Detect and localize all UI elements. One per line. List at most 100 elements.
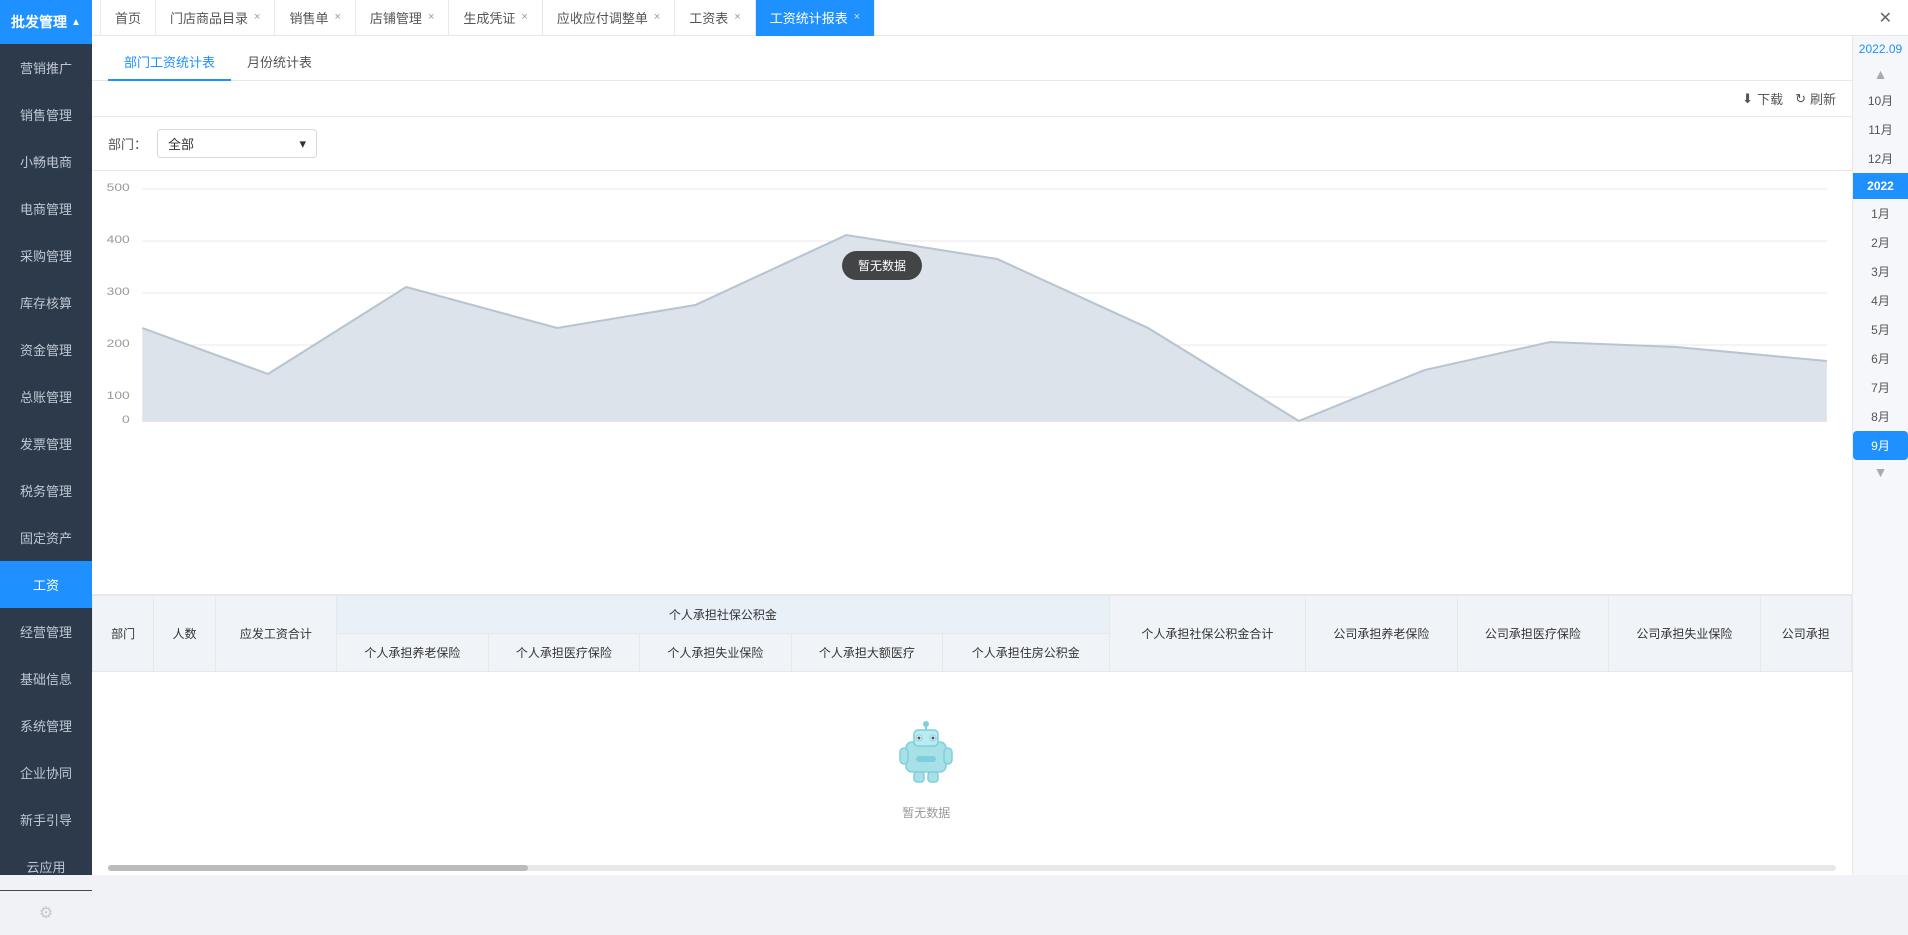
tab-bar: 首页门店商品目录×销售单×店铺管理×生成凭证×应收应付调整单×工资表×工资统计报…: [92, 0, 1908, 36]
sidebar-item-固定资产[interactable]: 固定资产: [0, 514, 92, 561]
sidebar-item-总账管理[interactable]: 总账管理: [0, 373, 92, 420]
tab-0[interactable]: 首页: [100, 0, 156, 36]
dept-select[interactable]: 全部 ▾: [157, 129, 317, 158]
sidebar-item-电商管理[interactable]: 电商管理: [0, 185, 92, 232]
sidebar-item-工资[interactable]: 工资: [0, 561, 92, 608]
cal-year-label[interactable]: 2022.09: [1855, 36, 1906, 62]
sidebar-item-采购管理[interactable]: 采购管理: [0, 232, 92, 279]
sidebar-item-小畅电商[interactable]: 小畅电商: [0, 138, 92, 185]
sidebar-title: 批发管理: [11, 12, 67, 32]
chart-area: 500 400 300 200 100 0: [92, 171, 1852, 594]
cal-month-4月[interactable]: 4月: [1853, 286, 1908, 315]
th-company-pension: 公司承担养老保险: [1306, 596, 1457, 672]
cal-month-1月[interactable]: 1月: [1853, 199, 1908, 228]
table-area: 部门 人数 应发工资合计 个人承担社保公积金 个人承担社保公积金合计 公司承担养…: [92, 594, 1852, 875]
th-total-salary: 应发工资合计: [215, 596, 336, 672]
refresh-label: 刷新: [1810, 89, 1836, 108]
cal-down-button[interactable]: ▼: [1869, 460, 1893, 484]
sidebar-item-系统管理[interactable]: 系统管理: [0, 702, 92, 749]
data-table: 部门 人数 应发工资合计 个人承担社保公积金 个人承担社保公积金合计 公司承担养…: [92, 595, 1852, 861]
sidebar-item-发票管理[interactable]: 发票管理: [0, 420, 92, 467]
sidebar-item-销售管理[interactable]: 销售管理: [0, 91, 92, 138]
cal-month-active[interactable]: 9月: [1853, 431, 1908, 460]
tab-label-3: 店铺管理: [370, 8, 422, 27]
th-personal-housing: 个人承担住房公积金: [943, 634, 1110, 672]
cal-month-2月[interactable]: 2月: [1853, 228, 1908, 257]
sidebar-item-新手引导[interactable]: 新手引导: [0, 796, 92, 843]
chart-svg-wrap: 500 400 300 200 100 0: [92, 171, 1852, 431]
th-dept: 部门: [93, 596, 154, 672]
cal-month-3月[interactable]: 3月: [1853, 257, 1908, 286]
th-personal-total: 个人承担社保公积金合计: [1109, 596, 1306, 672]
tab-close-3[interactable]: ×: [428, 12, 434, 23]
tab-month-stats[interactable]: 月份统计表: [231, 44, 328, 81]
empty-row: 暂无数据: [93, 672, 1852, 862]
cal-month-12月[interactable]: 12月: [1853, 144, 1908, 173]
sidebar-header[interactable]: 批发管理 ▲: [0, 0, 92, 44]
sidebar-item-企业协同[interactable]: 企业协同: [0, 749, 92, 796]
tab-dept-salary[interactable]: 部门工资统计表: [108, 44, 231, 81]
th-personal-medical: 个人承担医疗保险: [488, 634, 639, 672]
tab-6[interactable]: 工资表 ×: [675, 0, 755, 36]
chart-svg: 500 400 300 200 100 0: [92, 171, 1852, 431]
content-area: 部门工资统计表 月份统计表 ⬇ 下载 ↻ 刷新 部门： 全部 ▾: [92, 36, 1908, 875]
tab-2[interactable]: 销售单 ×: [275, 0, 355, 36]
tab-label-2: 销售单: [289, 8, 328, 27]
close-window-icon: ✕: [1879, 8, 1892, 28]
tab-close-1[interactable]: ×: [254, 12, 260, 23]
sidebar-item-税务管理[interactable]: 税务管理: [0, 467, 92, 514]
main-panel: 部门工资统计表 月份统计表 ⬇ 下载 ↻ 刷新 部门： 全部 ▾: [92, 36, 1852, 875]
cal-year-2022[interactable]: 2022: [1853, 173, 1908, 199]
scrollbar-thumb[interactable]: [108, 865, 528, 871]
filter-bar: 部门： 全部 ▾: [92, 117, 1852, 171]
cal-month-5月[interactable]: 5月: [1853, 315, 1908, 344]
sidebar-item-基础信息[interactable]: 基础信息: [0, 655, 92, 702]
cal-up-button[interactable]: ▲: [1869, 62, 1893, 86]
tab-4[interactable]: 生成凭证 ×: [449, 0, 542, 36]
tab-close-4[interactable]: ×: [521, 12, 527, 23]
tab-label-7: 工资统计报表: [770, 8, 848, 27]
cal-month-6月[interactable]: 6月: [1853, 344, 1908, 373]
horizontal-scrollbar[interactable]: [108, 865, 1836, 871]
svg-text:200: 200: [107, 337, 130, 349]
tab-label-6: 工资表: [689, 8, 728, 27]
sidebar-item-经营管理[interactable]: 经营管理: [0, 608, 92, 655]
calendar-panel: 2022.09 ▲ 10月11月12月20221月2月3月4月5月6月7月8月9…: [1852, 36, 1908, 875]
sidebar: 批发管理 ▲ 营销推广销售管理小畅电商电商管理采购管理库存核算资金管理总账管理发…: [0, 0, 92, 875]
tab-1[interactable]: 门店商品目录×: [156, 0, 275, 36]
th-company-more: 公司承担: [1760, 596, 1851, 672]
th-personal-unemployment: 个人承担失业保险: [640, 634, 791, 672]
tab-close-7[interactable]: ×: [854, 12, 860, 23]
tab-7[interactable]: 工资统计报表 ×: [756, 0, 875, 36]
th-count: 人数: [154, 596, 215, 672]
sidebar-item-资金管理[interactable]: 资金管理: [0, 326, 92, 373]
th-personal-insurance-group: 个人承担社保公积金: [337, 596, 1109, 634]
th-personal-critical: 个人承担大额医疗: [791, 634, 942, 672]
chevron-down-icon: ▾: [299, 136, 306, 152]
tab-3[interactable]: 店铺管理 ×: [356, 0, 449, 36]
tab-label-4: 生成凭证: [463, 8, 515, 27]
tab-close-5[interactable]: ×: [654, 12, 660, 23]
download-label: 下载: [1757, 89, 1783, 108]
dept-select-value: 全部: [168, 134, 194, 153]
tab-5[interactable]: 应收应付调整单×: [543, 0, 675, 36]
svg-text:100: 100: [107, 389, 130, 401]
tab-close-6[interactable]: ×: [734, 12, 740, 23]
cal-month-11月[interactable]: 11月: [1853, 115, 1908, 144]
download-button[interactable]: ⬇ 下载: [1742, 89, 1783, 108]
sub-tabs: 部门工资统计表 月份统计表: [92, 36, 1852, 81]
window-close-button[interactable]: ✕: [1871, 8, 1900, 28]
tab-label-0: 首页: [115, 8, 141, 27]
tab-close-2[interactable]: ×: [334, 12, 340, 23]
sidebar-item-云应用[interactable]: 云应用: [0, 843, 92, 890]
cal-month-8月[interactable]: 8月: [1853, 402, 1908, 431]
sidebar-item-营销推广[interactable]: 营销推广: [0, 44, 92, 91]
settings-icon[interactable]: ⚙: [0, 891, 92, 935]
refresh-button[interactable]: ↻ 刷新: [1795, 89, 1836, 108]
sidebar-item-库存核算[interactable]: 库存核算: [0, 279, 92, 326]
cal-month-7月[interactable]: 7月: [1853, 373, 1908, 402]
cal-month-10月[interactable]: 10月: [1853, 86, 1908, 115]
refresh-icon: ↻: [1795, 91, 1806, 107]
sidebar-bottom: ⚙: [0, 890, 92, 935]
dept-filter-label: 部门：: [108, 134, 147, 153]
